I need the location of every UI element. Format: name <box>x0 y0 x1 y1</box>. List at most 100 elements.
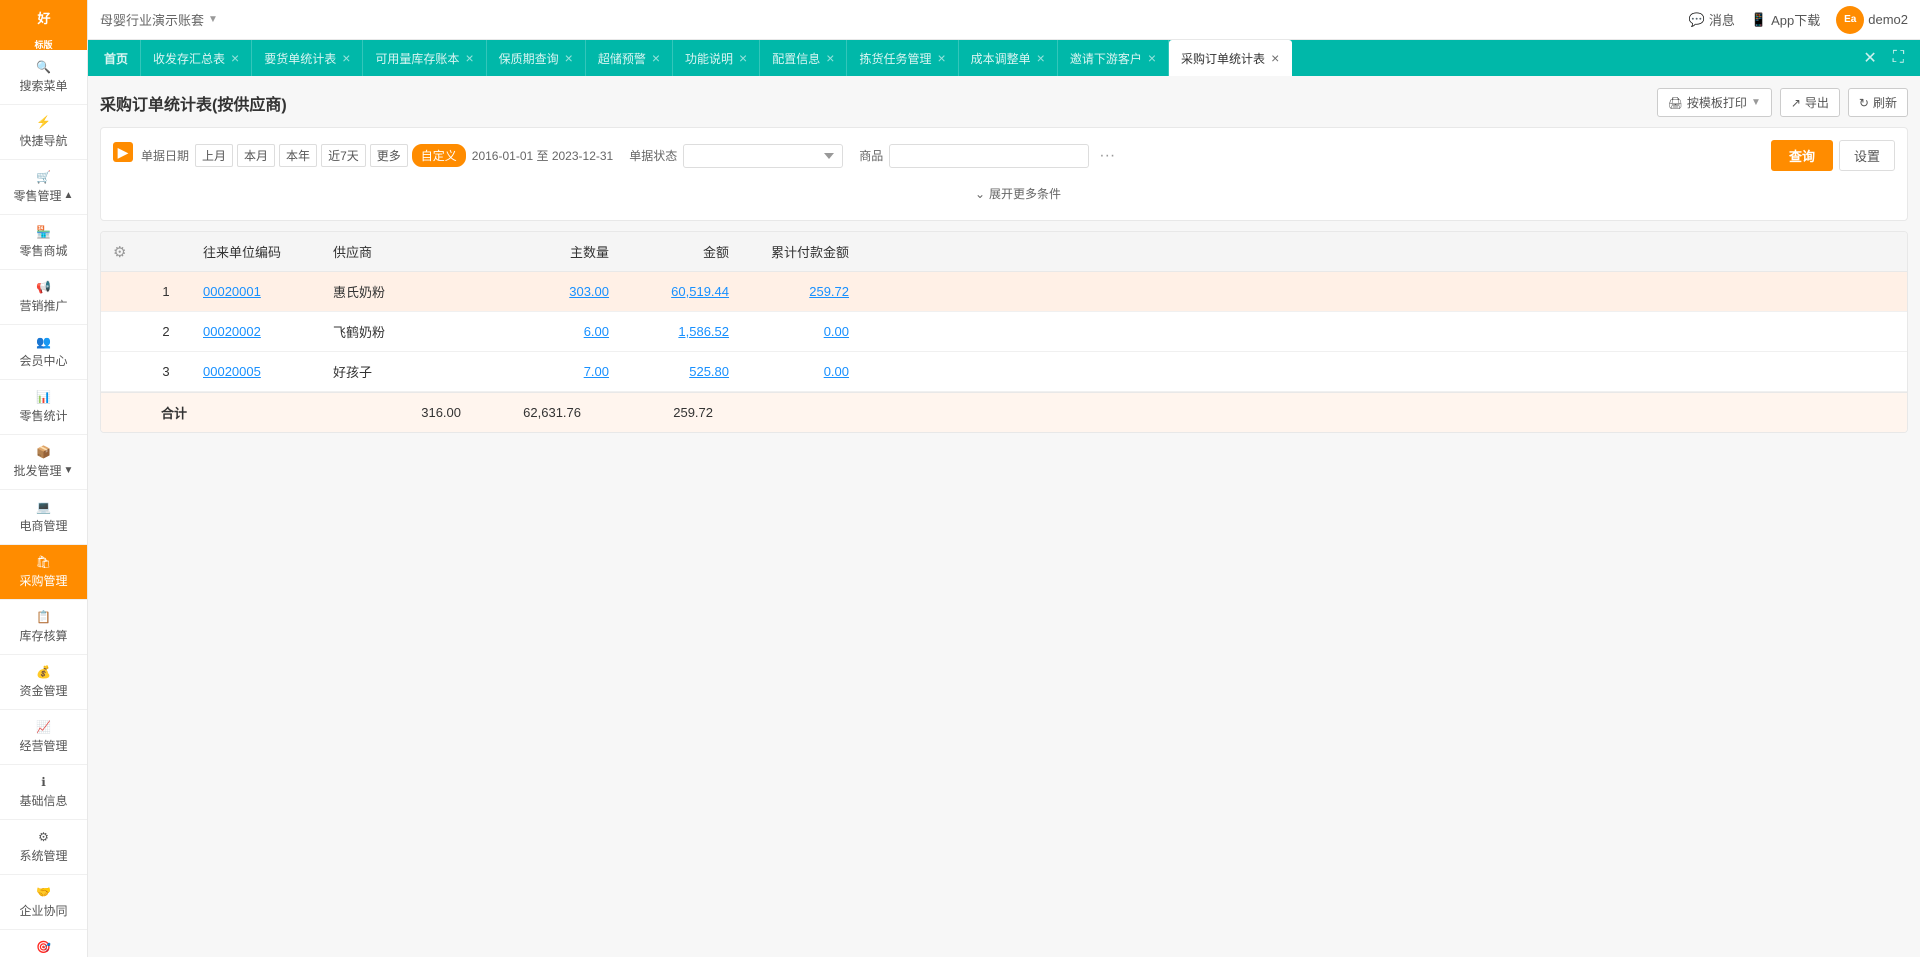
amount-link[interactable]: 525.80 <box>689 364 729 379</box>
sidebar-item-purchase[interactable]: 🛍 采购管理 <box>0 545 87 600</box>
date-btn-this-year[interactable]: 本年 <box>279 144 317 167</box>
tab-cost-adjust[interactable]: 成本调整单 × <box>959 40 1058 76</box>
sidebar-item-label: 采购管理 <box>19 572 67 589</box>
row-paid-cell: 0.00 <box>741 312 861 352</box>
settings-button[interactable]: 设置 <box>1839 140 1895 171</box>
chevron-down-icon: ▼ <box>64 465 74 476</box>
sidebar-item-retail[interactable]: 🛒 零售管理 ▲ <box>0 160 87 215</box>
account-dropdown[interactable]: 母婴行业演示账套 ▼ <box>100 10 218 29</box>
print-button[interactable]: 🖨 按模板打印 ▼ <box>1657 88 1772 117</box>
table-row[interactable]: 1 00020001 惠氏奶粉 303.00 60,519.44 259.72 <box>101 272 1907 312</box>
tab-invite-downstream[interactable]: 邀请下游客户 × <box>1058 40 1169 76</box>
date-filter-item: 单据日期 上月 本月 本年 近7天 更多 自定义 <box>141 144 613 167</box>
table-row[interactable]: 2 00020002 飞鹤奶粉 6.00 1,586.52 0.00 <box>101 312 1907 352</box>
sidebar-item-finance[interactable]: 💰 资金管理 <box>0 655 87 710</box>
code-link[interactable]: 00020001 <box>203 284 261 299</box>
print-label: 按模板打印 <box>1687 94 1747 111</box>
export-button[interactable]: ↗ 导出 <box>1780 88 1840 117</box>
sidebar-item-search[interactable]: 🔍 搜索菜单 <box>0 50 87 105</box>
sidebar-item-marketing[interactable]: 📢 营销推广 <box>0 270 87 325</box>
filter-toggle-btn[interactable]: ▶ <box>113 142 133 162</box>
tab-goods-stats[interactable]: 要货单统计表 × <box>252 40 363 76</box>
date-filter-label: 单据日期 <box>141 147 189 164</box>
svg-text:好: 好 <box>36 11 50 26</box>
user-avatar: Ea <box>1836 6 1864 34</box>
tab-close-icon[interactable]: × <box>465 51 473 65</box>
user-name: demo2 <box>1868 12 1908 27</box>
date-btn-this-month[interactable]: 本月 <box>237 144 275 167</box>
sidebar-item-member[interactable]: 👥 会员中心 <box>0 325 87 380</box>
page-header: 采购订单统计表(按供应商) 🖨 按模板打印 ▼ ↗ 导出 ↻ 刷新 <box>100 88 1908 117</box>
info-icon: ℹ <box>41 775 46 789</box>
code-link[interactable]: 00020002 <box>203 324 261 339</box>
tab-close-icon[interactable]: × <box>1148 51 1156 65</box>
table-row[interactable]: 3 00020005 好孩子 7.00 525.80 0.00 <box>101 352 1907 392</box>
qty-link[interactable]: 303.00 <box>569 284 609 299</box>
tab-close-icon[interactable]: × <box>937 51 945 65</box>
sidebar-item-sys-mgmt[interactable]: ⚙ 系统管理 <box>0 820 87 875</box>
sidebar-item-basic-info[interactable]: ℹ 基础信息 <box>0 765 87 820</box>
paid-link[interactable]: 0.00 <box>824 364 849 379</box>
qty-link[interactable]: 7.00 <box>584 364 609 379</box>
page-content: 采购订单统计表(按供应商) 🖨 按模板打印 ▼ ↗ 导出 ↻ 刷新 <box>88 76 1920 957</box>
query-button[interactable]: 查询 <box>1771 140 1833 171</box>
sidebar-item-inventory[interactable]: 📋 库存核算 <box>0 600 87 655</box>
row-qty-cell: 7.00 <box>521 352 621 392</box>
sidebar-item-enterprise-coop[interactable]: 🤝 企业协同 <box>0 875 87 930</box>
sidebar-item-label: 资金管理 <box>19 682 67 699</box>
tab-close-icon[interactable]: × <box>1037 51 1045 65</box>
tab-function-desc[interactable]: 功能说明 × <box>673 40 760 76</box>
sidebar-item-retail-stats[interactable]: 📊 零售统计 <box>0 380 87 435</box>
tab-expiry-query[interactable]: 保质期查询 × <box>487 40 586 76</box>
tab-label: 配置信息 <box>772 50 820 67</box>
tab-close-icon[interactable]: × <box>565 51 573 65</box>
tab-close-icon[interactable]: × <box>826 51 834 65</box>
refresh-button[interactable]: ↻ 刷新 <box>1848 88 1908 117</box>
paid-link[interactable]: 259.72 <box>809 284 849 299</box>
date-btn-more[interactable]: 更多 <box>370 144 408 167</box>
table-settings-icon[interactable]: ⚙ <box>113 244 126 261</box>
sidebar-item-ecommerce[interactable]: 💻 电商管理 <box>0 490 87 545</box>
sidebar-item-retail-mall[interactable]: 🏪 零售商城 <box>0 215 87 270</box>
expand-more-btn[interactable]: ⌄ 展开更多条件 <box>141 179 1895 208</box>
sidebar-item-label: 经营管理 <box>19 737 67 754</box>
app-download-btn[interactable]: 📱 App下载 <box>1751 10 1820 29</box>
tab-receipt-summary[interactable]: 收发存汇总表 × <box>141 40 252 76</box>
tab-close-icon[interactable]: × <box>739 51 747 65</box>
amount-link[interactable]: 1,586.52 <box>678 324 729 339</box>
goods-input[interactable] <box>889 144 1089 168</box>
paid-link[interactable]: 0.00 <box>824 324 849 339</box>
qty-link[interactable]: 6.00 <box>584 324 609 339</box>
tab-purchase-stats[interactable]: 采购订单统计表 × <box>1169 40 1292 76</box>
user-profile-btn[interactable]: Ea demo2 <box>1836 6 1908 34</box>
filter-row: 单据日期 上月 本月 本年 近7天 更多 自定义 <box>141 140 1895 171</box>
refresh-label: 刷新 <box>1873 94 1897 111</box>
app-logo[interactable]: 好 标版 <box>0 0 87 50</box>
tab-home[interactable]: 首页 <box>92 40 141 76</box>
status-select[interactable] <box>683 144 843 168</box>
date-btn-7days[interactable]: 近7天 <box>321 144 366 167</box>
tab-close-icon[interactable]: × <box>1271 51 1279 65</box>
tab-config-info[interactable]: 配置信息 × <box>760 40 847 76</box>
tab-picking-task[interactable]: 拣货任务管理 × <box>847 40 958 76</box>
table-body: 1 00020001 惠氏奶粉 303.00 60,519.44 259.72 … <box>101 272 1907 392</box>
goods-filter-label: 商品 <box>859 147 883 164</box>
sidebar-item-wholesale[interactable]: 📦 批发管理 ▼ <box>0 435 87 490</box>
tab-overstock-warning[interactable]: 超储预警 × <box>586 40 673 76</box>
message-btn[interactable]: 💬 消息 <box>1689 10 1735 29</box>
amount-link[interactable]: 60,519.44 <box>671 284 729 299</box>
tab-inventory-account[interactable]: 可用量库存账本 × <box>363 40 486 76</box>
tab-close-icon[interactable]: × <box>652 51 660 65</box>
sidebar-item-quick-nav[interactable]: ⚡ 快捷导航 <box>0 105 87 160</box>
more-options-icon[interactable]: ··· <box>1095 147 1119 165</box>
sidebar-item-operations[interactable]: 📈 经营管理 <box>0 710 87 765</box>
maximize-tab-btn[interactable]: ⛶ <box>1889 47 1908 69</box>
close-tab-btn[interactable]: ✕ <box>1859 46 1880 70</box>
tab-close-icon[interactable]: × <box>342 51 350 65</box>
date-btn-custom[interactable]: 自定义 <box>412 144 466 167</box>
sidebar-item-new-guide[interactable]: 🎯 新手引导 <box>0 930 87 957</box>
code-link[interactable]: 00020005 <box>203 364 261 379</box>
tab-close-icon[interactable]: × <box>231 51 239 65</box>
tabbar: 首页 收发存汇总表 × 要货单统计表 × 可用量库存账本 × 保质期查询 × 超… <box>88 40 1920 76</box>
date-btn-last-month[interactable]: 上月 <box>195 144 233 167</box>
